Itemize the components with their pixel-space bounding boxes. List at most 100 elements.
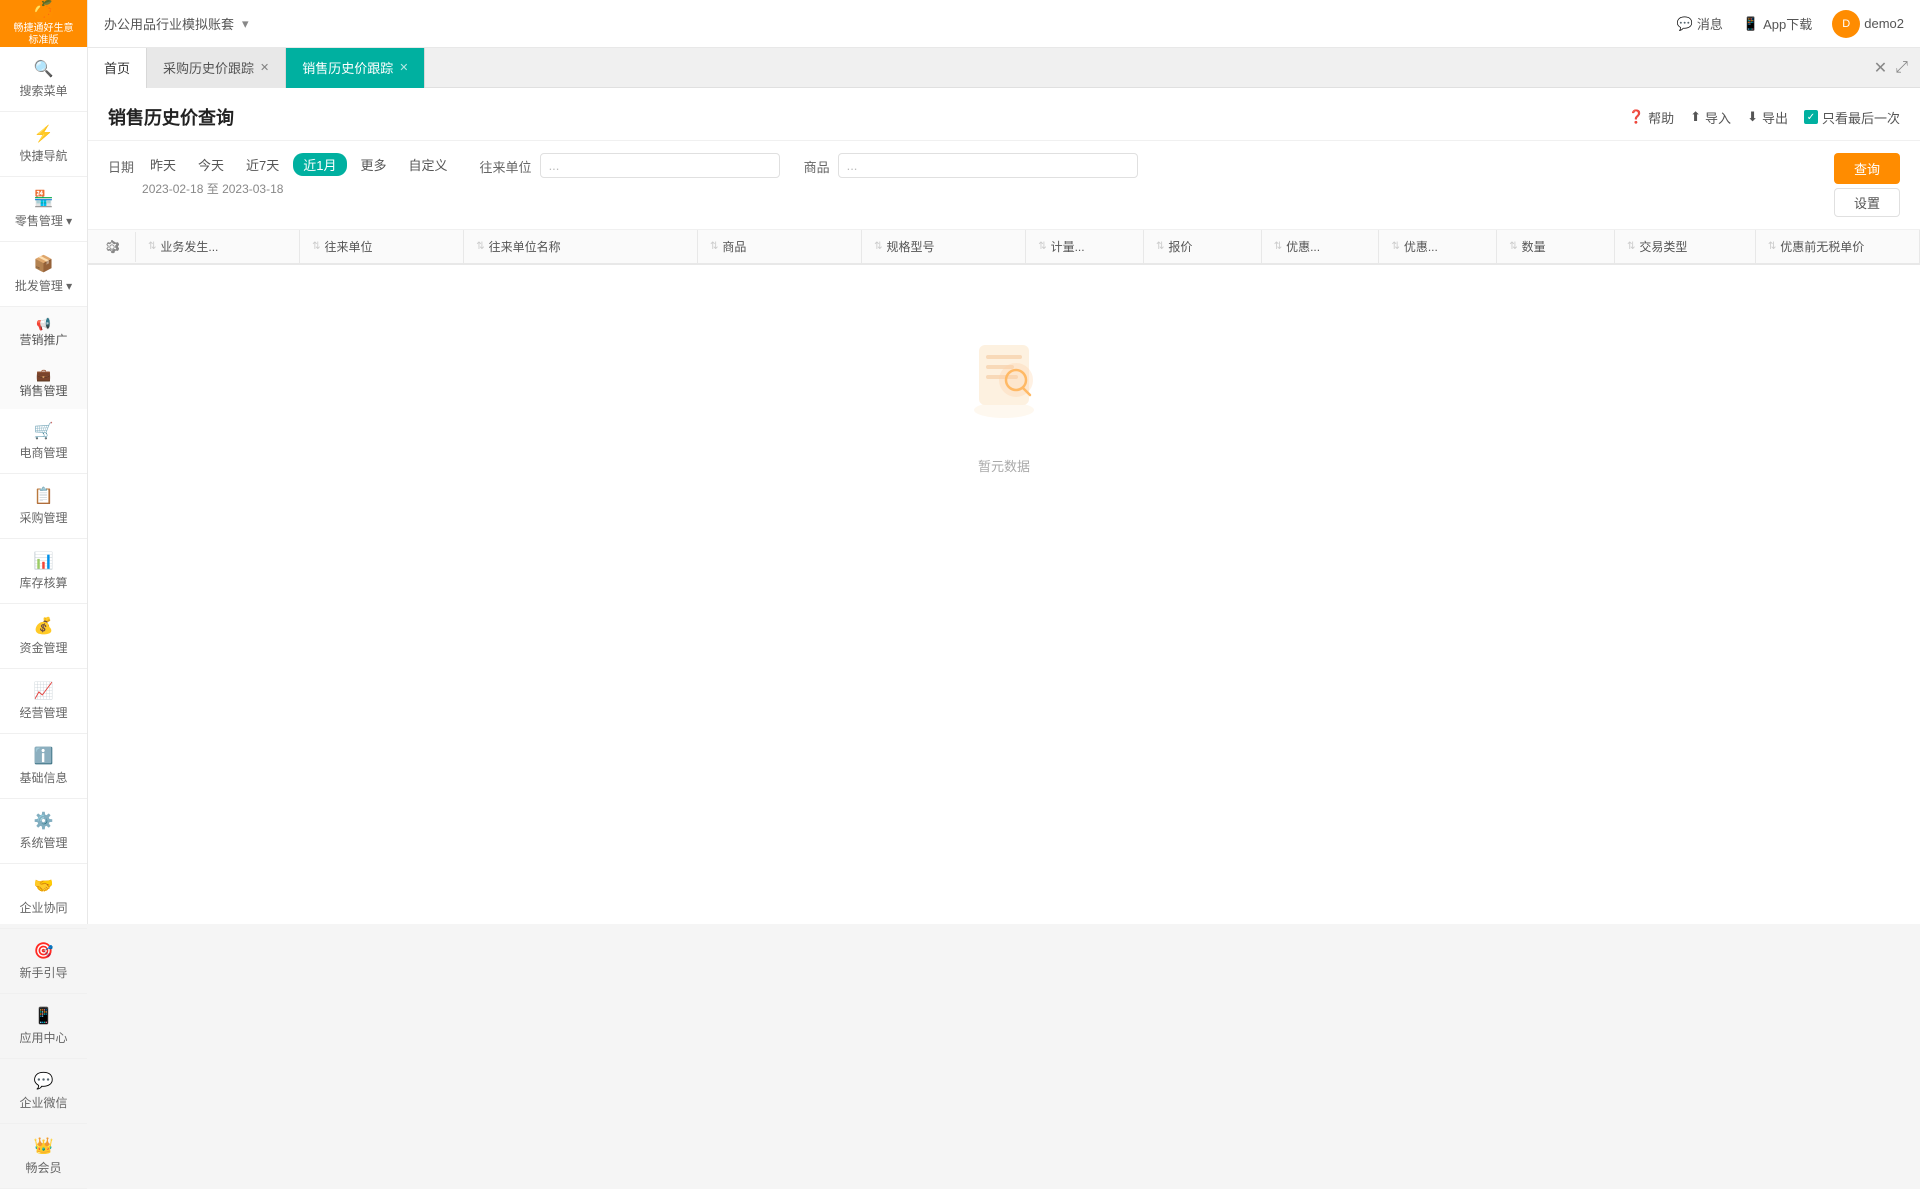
goods-filter-group: 商品 ... [804, 153, 1138, 178]
th-spec-label: 规格型号 [886, 238, 934, 255]
sidebar-item-system-mgmt[interactable]: ⚙️ 系统管理 [0, 799, 87, 864]
th-unit-code[interactable]: ⇅ 往来单位 [300, 230, 464, 263]
date-opt-today[interactable]: 今天 [190, 153, 232, 176]
th-qty-label: 数量 [1522, 238, 1546, 255]
date-opt-last7[interactable]: 近7天 [238, 153, 287, 176]
sidebar-item-app-center[interactable]: 📱 应用中心 [0, 994, 87, 1059]
th-trade-type-sort-icon: ⇅ [1627, 241, 1635, 252]
date-options-row: 昨天 今天 近7天 近1月 更多 自定义 [142, 153, 456, 176]
th-unit-name[interactable]: ⇅ 往来单位名称 [464, 230, 698, 263]
th-discount1[interactable]: ⇅ 优惠... [1262, 230, 1380, 263]
date-opt-yesterday[interactable]: 昨天 [142, 153, 184, 176]
date-filter-group: 日期 昨天 今天 近7天 近1月 更多 自定义 2023-02-18 至 202… [108, 153, 456, 197]
close-window-icon[interactable]: ✕ [1874, 58, 1887, 78]
date-filter-options: 昨天 今天 近7天 近1月 更多 自定义 2023-02-18 至 2023-0… [142, 153, 456, 197]
message-label: 消息 [1697, 14, 1723, 33]
filter-buttons: 查询 设置 [1834, 153, 1900, 217]
sidebar-icon-system-mgmt: ⚙️ [0, 811, 87, 831]
user-avatar-area[interactable]: D demo2 [1832, 10, 1904, 38]
sidebar-icon-app-center: 📱 [0, 1006, 87, 1026]
page-actions: ❓ 帮助 ⬆ 导入 ⬇ 导出 ✓ 只看最后一次 [1628, 108, 1900, 127]
th-goods[interactable]: ⇅ 商品 [698, 230, 862, 263]
date-opt-custom[interactable]: 自定义 [401, 153, 456, 176]
sidebar-label-enterprise-co: 企业协同 [0, 899, 87, 916]
date-opt-last1m[interactable]: 近1月 [293, 153, 346, 176]
help-button[interactable]: ❓ 帮助 [1628, 108, 1674, 127]
sidebar-item-finance-mgmt[interactable]: 💰 资金管理 [0, 604, 87, 669]
th-unit[interactable]: ⇅ 计量... [1026, 230, 1144, 263]
sidebar-icon-new-guide: 🎯 [0, 941, 87, 961]
sidebar-item-new-guide[interactable]: 🎯 新手引导 [0, 929, 87, 994]
sidebar-item-inventory[interactable]: 📊 库存核算 [0, 539, 87, 604]
sidebar-item-enterprise-co[interactable]: 🤝 企业协同 [0, 864, 87, 929]
tab-sales-history[interactable]: 销售历史价跟踪 ✕ [286, 48, 425, 88]
sidebar-item-enterprise-wx[interactable]: 💬 企业微信 [0, 1059, 87, 1124]
goods-input-dots: ... [847, 158, 858, 173]
tab-purchase-history-label: 采购历史价跟踪 [163, 58, 254, 77]
th-unit-code-label: 往来单位 [325, 238, 373, 255]
message-icon: 💬 [1677, 16, 1693, 32]
sidebar-icon-member: 👑 [0, 1136, 87, 1156]
only-last-label: 只看最后一次 [1822, 108, 1900, 127]
table-area: ⇅ 业务发生... ⇅ 往来单位 ⇅ 往来单位名称 ⇅ 商品 ⇅ 规格型号 [88, 230, 1920, 924]
sidebar-item-ecommerce-mgmt[interactable]: 🛒 电商管理 [0, 409, 87, 474]
th-spec[interactable]: ⇅ 规格型号 [862, 230, 1026, 263]
sidebar-item-sales-mgmt[interactable]: 💼 销售管理 [0, 358, 87, 409]
maximize-window-icon[interactable]: ⤢ [1895, 59, 1908, 77]
sidebar-icon-basic-info: ℹ️ [0, 746, 87, 766]
goods-input[interactable]: ... [838, 153, 1138, 178]
sidebar-item-basic-info[interactable]: ℹ️ 基础信息 [0, 734, 87, 799]
tab-purchase-history-close[interactable]: ✕ [260, 61, 269, 74]
topbar-left: 办公用品行业模拟账套 ▾ [104, 14, 1677, 33]
date-range-display: 2023-02-18 至 2023-03-18 [142, 180, 456, 197]
th-discount2[interactable]: ⇅ 优惠... [1379, 230, 1497, 263]
sidebar-item-marketing[interactable]: 📢 营销推广 [0, 307, 87, 358]
sidebar-item-quick-nav[interactable]: ⚡ 快捷导航 [0, 112, 87, 177]
th-discount2-sort-icon: ⇅ [1391, 241, 1399, 252]
sidebar-item-wholesale-mgmt[interactable]: 📦 批发管理 ▾ [0, 242, 87, 307]
th-settings[interactable] [88, 232, 136, 262]
th-trade-type[interactable]: ⇅ 交易类型 [1615, 230, 1756, 263]
settings-button[interactable]: 设置 [1834, 188, 1900, 217]
date-filter-label: 日期 [108, 153, 134, 176]
username: demo2 [1864, 16, 1904, 31]
sidebar-icon-operation-mgmt: 📈 [0, 681, 87, 701]
empty-icon [954, 325, 1054, 444]
th-date[interactable]: ⇅ 业务发生... [136, 230, 300, 263]
query-button[interactable]: 查询 [1834, 153, 1900, 184]
message-button[interactable]: 💬 消息 [1677, 14, 1723, 33]
logo[interactable]: 🍊 畅捷通好生意 标准版 [0, 0, 87, 47]
only-last-checkbox[interactable]: ✓ [1804, 110, 1818, 124]
partner-input[interactable]: ... [540, 153, 780, 178]
topbar: 办公用品行业模拟账套 ▾ 💬 消息 📱 App下载 D demo2 [88, 0, 1920, 48]
export-label: 导出 [1762, 108, 1788, 127]
tab-home[interactable]: 首页 [88, 48, 147, 88]
sidebar-label-finance-mgmt: 资金管理 [0, 639, 87, 656]
sidebar-label-enterprise-wx: 企业微信 [0, 1094, 87, 1111]
only-last-checkbox-area[interactable]: ✓ 只看最后一次 [1804, 108, 1900, 127]
sidebar-item-member[interactable]: 👑 畅会员 [0, 1124, 87, 1189]
sidebar-item-purchase-mgmt[interactable]: 📋 采购管理 [0, 474, 87, 539]
tab-purchase-history[interactable]: 采购历史价跟踪 ✕ [147, 48, 286, 88]
sidebar-label-quick-nav: 快捷导航 [0, 147, 87, 164]
app-download-button[interactable]: 📱 App下载 [1743, 14, 1812, 33]
th-price-sort-icon: ⇅ [1156, 241, 1164, 252]
topbar-dropdown-icon[interactable]: ▾ [242, 16, 249, 32]
tab-sales-history-close[interactable]: ✕ [399, 61, 408, 74]
sidebar-item-operation-mgmt[interactable]: 📈 经营管理 [0, 669, 87, 734]
export-button[interactable]: ⬇ 导出 [1747, 108, 1788, 127]
import-button[interactable]: ⬆ 导入 [1690, 108, 1731, 127]
page-header: 销售历史价查询 ❓ 帮助 ⬆ 导入 ⬇ 导出 ✓ 只看最后一次 [88, 88, 1920, 141]
sidebar-item-retail-mgmt[interactable]: 🏪 零售管理 ▾ [0, 177, 87, 242]
th-pre-tax[interactable]: ⇅ 优惠前无税单价 [1756, 230, 1920, 263]
avatar: D [1832, 10, 1860, 38]
th-qty[interactable]: ⇅ 数量 [1497, 230, 1615, 263]
th-pre-tax-label: 优惠前无税单价 [1780, 238, 1864, 255]
sidebar-label-basic-info: 基础信息 [0, 769, 87, 786]
empty-text: 暂元数据 [978, 456, 1030, 475]
sidebar-label-sales-mgmt: 销售管理 [0, 382, 87, 399]
th-price[interactable]: ⇅ 报价 [1144, 230, 1262, 263]
sidebar-icon-purchase-mgmt: 📋 [0, 486, 87, 506]
sidebar-item-search-menu[interactable]: 🔍 搜索菜单 [0, 47, 87, 112]
date-opt-more[interactable]: 更多 [353, 153, 395, 176]
